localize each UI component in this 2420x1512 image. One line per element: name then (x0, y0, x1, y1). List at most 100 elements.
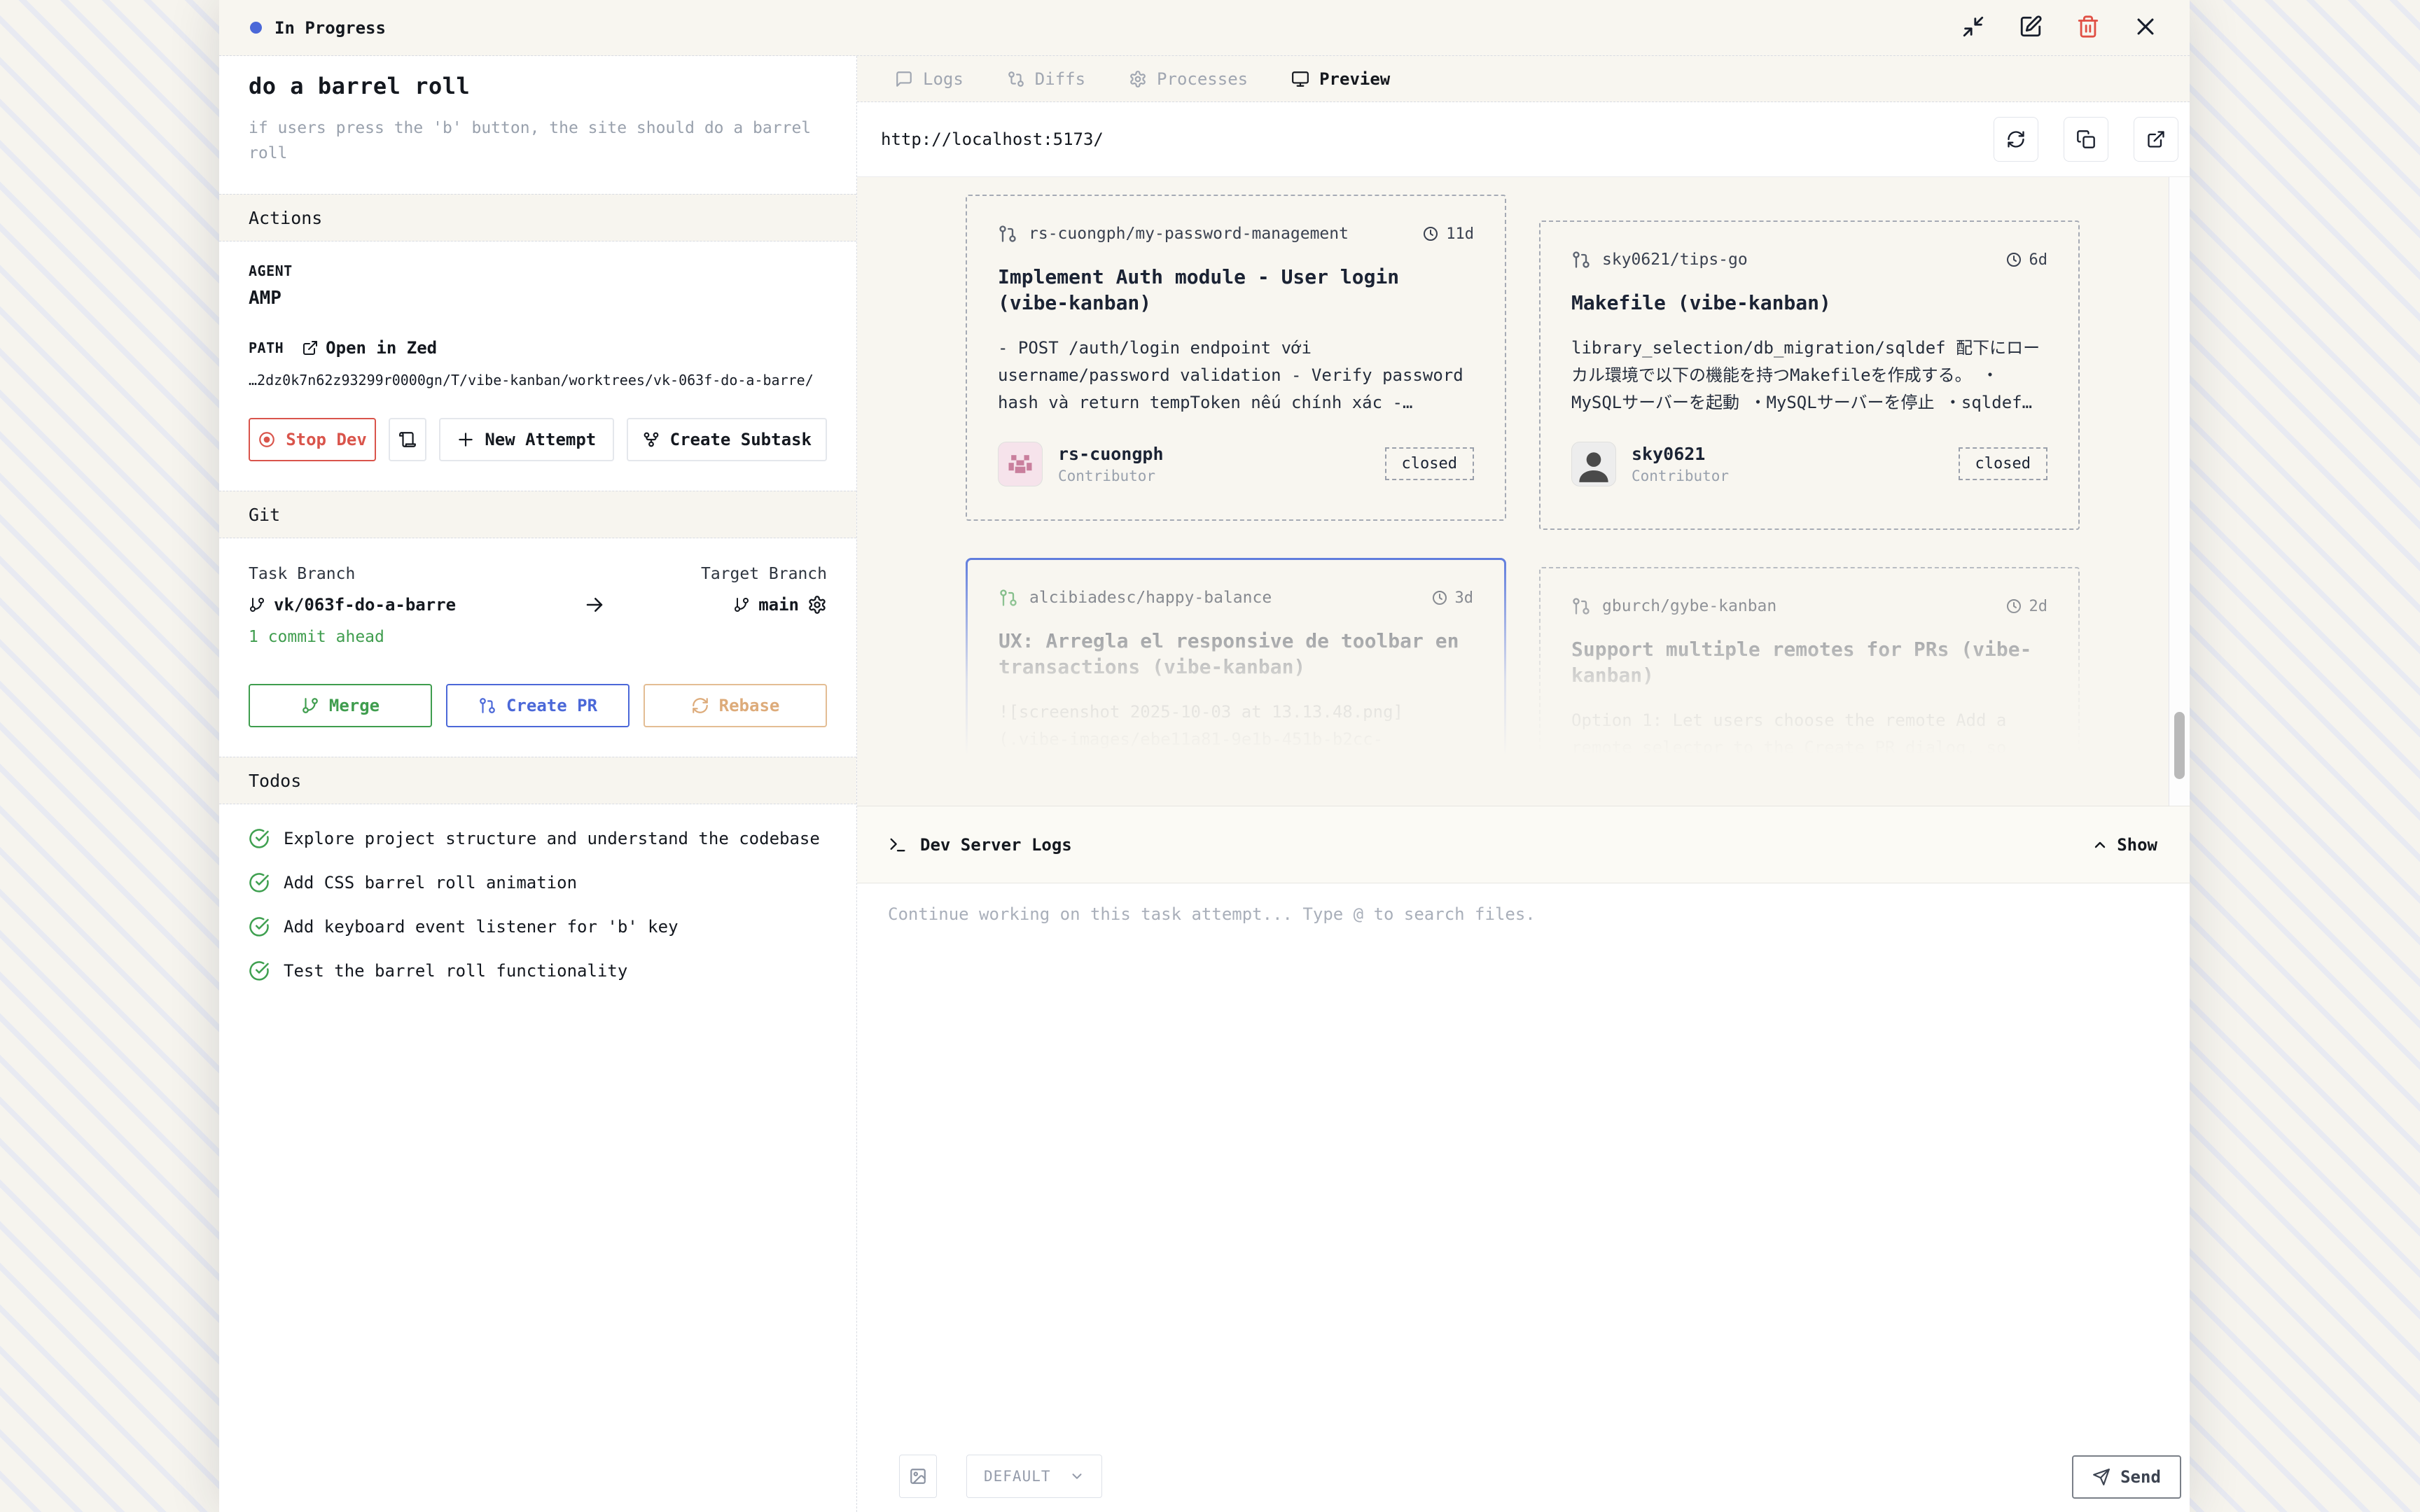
pr-card[interactable]: gburch/gybe-kanban 2d Support multiple r… (1539, 567, 2080, 806)
attempt-main: Logs Diffs Processes Preview http://loca… (857, 56, 2190, 1512)
close-dialog-button[interactable] (2134, 15, 2157, 41)
task-description: if users press the 'b' button, the site … (249, 119, 812, 162)
target-branch-label: Target Branch (700, 565, 827, 584)
pr-card[interactable]: sky0621/tips-go 6d Makefile (vibe-kanban… (1539, 220, 2080, 530)
card-repo: sky0621/tips-go (1602, 251, 1748, 269)
card-repo: rs-cuongph/my-password-management (1029, 225, 1349, 243)
refresh-preview-button[interactable] (1994, 117, 2038, 162)
card-title: Makefile (vibe-kanban) (1571, 291, 1831, 314)
pr-card-selected[interactable]: alcibiadesc/happy-balance 3d UX: Arregla… (966, 558, 1506, 806)
script-icon (398, 430, 417, 449)
external-link-icon (302, 340, 319, 356)
preview-iframe: rs-cuongph/my-password-management 11d Im… (857, 177, 2169, 806)
open-in-zed-link[interactable]: Open in Zed (302, 338, 437, 358)
card-body: Option 1: Let users choose the remote Ad… (1571, 710, 2017, 785)
monitor-icon (1291, 70, 1309, 88)
create-subtask-button[interactable]: Create Subtask (626, 418, 827, 462)
card-age: 2d (2029, 597, 2048, 615)
task-branch-label: Task Branch (249, 565, 356, 584)
gear-icon (807, 595, 827, 615)
attempt-tabbar: Logs Diffs Processes Preview (857, 56, 2190, 102)
edit-icon (2019, 15, 2043, 38)
card-title: UX: Arregla el responsive de toolbar en … (999, 629, 1459, 678)
delete-task-button[interactable] (2076, 15, 2100, 41)
new-attempt-button[interactable]: New Attempt (439, 418, 614, 462)
task-branch-value: vk/063f-do-a-barre (249, 595, 456, 615)
check-circle-icon (249, 960, 270, 981)
clock-icon (1422, 225, 1439, 242)
trash-icon (2076, 15, 2100, 38)
merge-button[interactable]: Merge (249, 684, 432, 728)
task-sidebar: do a barrel roll if users press the 'b' … (219, 56, 857, 1512)
show-logs-button[interactable]: Show (2092, 835, 2157, 855)
task-dialog: In Progress do a barrel roll if users pr… (219, 0, 2190, 1512)
todo-item: Explore project structure and understand… (249, 828, 827, 849)
card-age: 6d (2029, 251, 2048, 269)
rebase-button[interactable]: Rebase (644, 684, 827, 728)
agent-label: AGENT (249, 262, 293, 280)
check-circle-icon (249, 872, 270, 893)
copy-icon (2076, 130, 2096, 149)
open-in-browser-button[interactable] (2134, 117, 2178, 162)
send-button[interactable]: Send (2072, 1455, 2181, 1499)
model-select[interactable]: DEFAULT (966, 1455, 1102, 1498)
minimize-icon (1961, 15, 1985, 38)
copy-url-button[interactable] (2064, 117, 2108, 162)
plus-icon (457, 430, 475, 449)
dialog-titlebar: In Progress (219, 0, 2190, 56)
create-pr-button[interactable]: Create PR (446, 684, 630, 728)
stop-dev-button[interactable]: Stop Dev (249, 418, 376, 462)
scrollbar-track[interactable] (2169, 177, 2190, 806)
gear-icon (1129, 70, 1147, 88)
scrollbar-thumb[interactable] (2174, 712, 2185, 779)
card-repo: gburch/gybe-kanban (1602, 597, 1777, 615)
attach-image-button[interactable] (899, 1455, 937, 1498)
preview-url[interactable]: http://localhost:5173/ (881, 130, 1994, 149)
card-body: library_selection/db_migration/sqldef 配下… (1571, 337, 2040, 412)
card-body: ![screenshot 2025-10-03 at 13.13.48.png]… (999, 701, 1424, 776)
card-title: Implement Auth module - User login (vibe… (998, 265, 1400, 314)
arrow-right-icon (584, 594, 605, 615)
git-branch-icon (249, 596, 265, 613)
git-pull-request-icon (1571, 596, 1591, 616)
git-section-header: Git (219, 491, 856, 539)
external-link-icon (2146, 130, 2166, 149)
status-badge: closed (1384, 447, 1474, 481)
refresh-icon (2006, 130, 2026, 149)
refresh-icon (691, 696, 709, 715)
status-badge: closed (1958, 447, 2047, 481)
tab-logs[interactable]: Logs (895, 69, 964, 89)
task-title: do a barrel roll (249, 73, 471, 99)
actions-section-header: Actions (219, 194, 856, 242)
git-pull-request-icon (999, 588, 1018, 608)
worktree-path: …2dz0k7n62z93299r0000gn/T/vibe-kanban/wo… (249, 372, 814, 389)
card-title: Support multiple remotes for PRs (vibe-k… (1571, 638, 2032, 687)
edit-task-button[interactable] (2019, 15, 2043, 41)
clock-icon (1431, 589, 1448, 606)
git-branch-icon (301, 696, 319, 715)
tab-diffs[interactable]: Diffs (1007, 69, 1085, 89)
dev-script-button[interactable] (389, 418, 426, 462)
path-label: PATH (249, 340, 284, 357)
chat-bubble-icon (895, 70, 913, 88)
tab-processes[interactable]: Processes (1129, 69, 1248, 89)
fork-icon (642, 430, 660, 449)
dev-server-logs-label: Dev Server Logs (920, 834, 1072, 855)
preview-urlbar: http://localhost:5173/ (857, 102, 2190, 177)
collapse-button[interactable] (1961, 15, 1985, 41)
todo-item: Add keyboard event listener for 'b' key (249, 916, 827, 937)
message-input[interactable] (888, 904, 2078, 1009)
image-icon (909, 1467, 927, 1485)
dev-server-logs-bar[interactable]: Dev Server Logs Show (857, 806, 2190, 883)
pr-card[interactable]: rs-cuongph/my-password-management 11d Im… (966, 195, 1506, 521)
card-body: - POST /auth/login endpoint với username… (998, 337, 1463, 412)
git-compare-icon (1007, 70, 1025, 88)
todos-section-header: Todos (219, 757, 856, 805)
avatar (998, 441, 1043, 486)
stop-circle-icon (258, 430, 276, 449)
todo-item: Test the barrel roll functionality (249, 960, 827, 981)
status-dot-icon (250, 22, 262, 34)
tab-preview[interactable]: Preview (1291, 69, 1390, 89)
card-age: 3d (1454, 589, 1474, 607)
branch-settings-button[interactable] (807, 595, 827, 615)
